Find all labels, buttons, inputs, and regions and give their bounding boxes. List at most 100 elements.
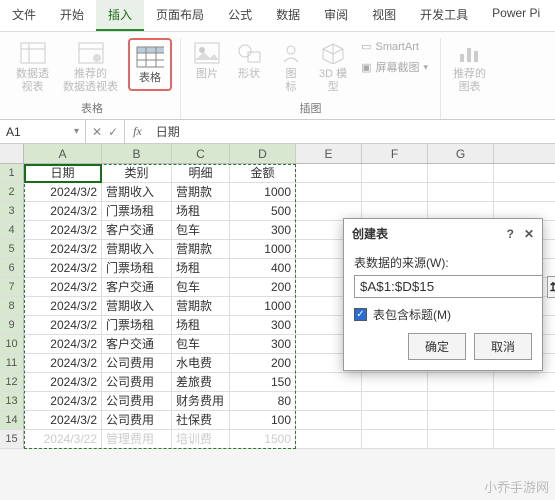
data-cell[interactable]: 营期款 <box>172 297 230 315</box>
row-header-6[interactable]: 6 <box>0 259 24 277</box>
pictures-button[interactable]: 图片 <box>189 38 225 83</box>
empty-cell[interactable] <box>362 373 428 391</box>
data-cell[interactable]: 营期款 <box>172 183 230 201</box>
dialog-close-icon[interactable]: ✕ <box>524 227 534 241</box>
data-cell[interactable]: 2024/3/2 <box>24 240 102 258</box>
data-cell[interactable]: 2024/3/2 <box>24 278 102 296</box>
row-header-1[interactable]: 1 <box>0 164 24 182</box>
col-header-C[interactable]: C <box>172 144 230 163</box>
row-header-11[interactable]: 11 <box>0 354 24 372</box>
data-cell[interactable]: 2024/3/2 <box>24 354 102 372</box>
empty-cell[interactable] <box>362 164 428 182</box>
name-box[interactable]: A1 ▾ <box>0 120 86 143</box>
menu-item-6[interactable]: 审阅 <box>312 0 360 31</box>
col-header-A[interactable]: A <box>24 144 102 163</box>
table-button[interactable]: 表格 <box>132 42 168 87</box>
data-cell[interactable]: 水电费 <box>172 354 230 372</box>
menu-item-7[interactable]: 视图 <box>360 0 408 31</box>
icons-button[interactable]: 图 标 <box>273 38 309 96</box>
empty-cell[interactable] <box>296 373 362 391</box>
row-header-2[interactable]: 2 <box>0 183 24 201</box>
headers-checkbox-row[interactable]: ✓ 表包含标题(M) <box>354 306 532 323</box>
data-cell[interactable]: 门票场租 <box>102 202 172 220</box>
header-cell[interactable]: 日期 <box>24 164 102 182</box>
menu-item-3[interactable]: 页面布局 <box>144 0 216 31</box>
data-cell[interactable]: 2024/3/2 <box>24 202 102 220</box>
empty-cell[interactable] <box>296 411 362 429</box>
cancel-button[interactable]: 取消 <box>474 333 532 360</box>
data-cell[interactable]: 2024/3/22 <box>24 430 102 448</box>
col-header-G[interactable]: G <box>428 144 494 163</box>
menu-item-4[interactable]: 公式 <box>216 0 264 31</box>
data-cell[interactable]: 1500 <box>230 430 296 448</box>
dialog-titlebar[interactable]: 创建表 ? ✕ <box>344 219 542 248</box>
data-cell[interactable]: 营期款 <box>172 240 230 258</box>
data-cell[interactable]: 营期收入 <box>102 183 172 201</box>
data-cell[interactable]: 2024/3/2 <box>24 183 102 201</box>
data-cell[interactable]: 公司费用 <box>102 411 172 429</box>
screenshot-button[interactable]: ▣屏幕截图 ▾ <box>357 57 432 77</box>
row-header-7[interactable]: 7 <box>0 278 24 296</box>
empty-cell[interactable] <box>362 183 428 201</box>
data-cell[interactable]: 150 <box>230 373 296 391</box>
data-cell[interactable]: 场租 <box>172 259 230 277</box>
shapes-button[interactable]: 形状 <box>231 38 267 83</box>
data-cell[interactable]: 200 <box>230 278 296 296</box>
header-cell[interactable]: 金额 <box>230 164 296 182</box>
data-cell[interactable]: 2024/3/2 <box>24 411 102 429</box>
data-cell[interactable]: 2024/3/2 <box>24 297 102 315</box>
range-input[interactable] <box>354 275 543 298</box>
data-cell[interactable]: 社保费 <box>172 411 230 429</box>
header-cell[interactable]: 类别 <box>102 164 172 182</box>
empty-cell[interactable] <box>362 430 428 448</box>
data-cell[interactable]: 营期收入 <box>102 297 172 315</box>
fx-icon[interactable]: fx <box>125 124 150 139</box>
data-cell[interactable]: 客户交通 <box>102 278 172 296</box>
data-cell[interactable]: 门票场租 <box>102 316 172 334</box>
data-cell[interactable]: 客户交通 <box>102 335 172 353</box>
data-cell[interactable]: 1000 <box>230 297 296 315</box>
header-cell[interactable]: 明细 <box>172 164 230 182</box>
row-header-5[interactable]: 5 <box>0 240 24 258</box>
checkbox-icon[interactable]: ✓ <box>354 308 367 321</box>
col-header-B[interactable]: B <box>102 144 172 163</box>
name-box-dropdown-icon[interactable]: ▾ <box>74 126 79 137</box>
smartart-button[interactable]: ▭SmartArt <box>357 38 432 55</box>
select-all-corner[interactable] <box>0 144 24 163</box>
menu-item-5[interactable]: 数据 <box>264 0 312 31</box>
data-cell[interactable]: 营期收入 <box>102 240 172 258</box>
recommended-pivot-button[interactable]: 推荐的 数据透视表 <box>59 38 122 96</box>
empty-cell[interactable] <box>296 430 362 448</box>
row-header-12[interactable]: 12 <box>0 373 24 391</box>
row-header-14[interactable]: 14 <box>0 411 24 429</box>
range-select-button[interactable]: ↥ <box>547 276 555 298</box>
formula-input[interactable]: 日期 <box>150 123 555 140</box>
row-header-10[interactable]: 10 <box>0 335 24 353</box>
empty-cell[interactable] <box>362 411 428 429</box>
row-header-8[interactable]: 8 <box>0 297 24 315</box>
data-cell[interactable]: 包车 <box>172 278 230 296</box>
data-cell[interactable]: 客户交通 <box>102 221 172 239</box>
data-cell[interactable]: 1000 <box>230 240 296 258</box>
data-cell[interactable]: 2024/3/2 <box>24 335 102 353</box>
data-cell[interactable]: 400 <box>230 259 296 277</box>
data-cell[interactable]: 2024/3/2 <box>24 316 102 334</box>
data-cell[interactable]: 80 <box>230 392 296 410</box>
data-cell[interactable]: 包车 <box>172 221 230 239</box>
menu-item-1[interactable]: 开始 <box>48 0 96 31</box>
data-cell[interactable]: 财务费用 <box>172 392 230 410</box>
data-cell[interactable]: 公司费用 <box>102 373 172 391</box>
ok-button[interactable]: 确定 <box>408 333 466 360</box>
data-cell[interactable]: 公司费用 <box>102 354 172 372</box>
data-cell[interactable]: 500 <box>230 202 296 220</box>
empty-cell[interactable] <box>362 392 428 410</box>
empty-cell[interactable] <box>428 373 494 391</box>
data-cell[interactable]: 100 <box>230 411 296 429</box>
data-cell[interactable]: 300 <box>230 316 296 334</box>
data-cell[interactable]: 场租 <box>172 316 230 334</box>
data-cell[interactable]: 2024/3/2 <box>24 221 102 239</box>
row-header-3[interactable]: 3 <box>0 202 24 220</box>
col-header-F[interactable]: F <box>362 144 428 163</box>
data-cell[interactable]: 公司费用 <box>102 392 172 410</box>
data-cell[interactable]: 300 <box>230 221 296 239</box>
